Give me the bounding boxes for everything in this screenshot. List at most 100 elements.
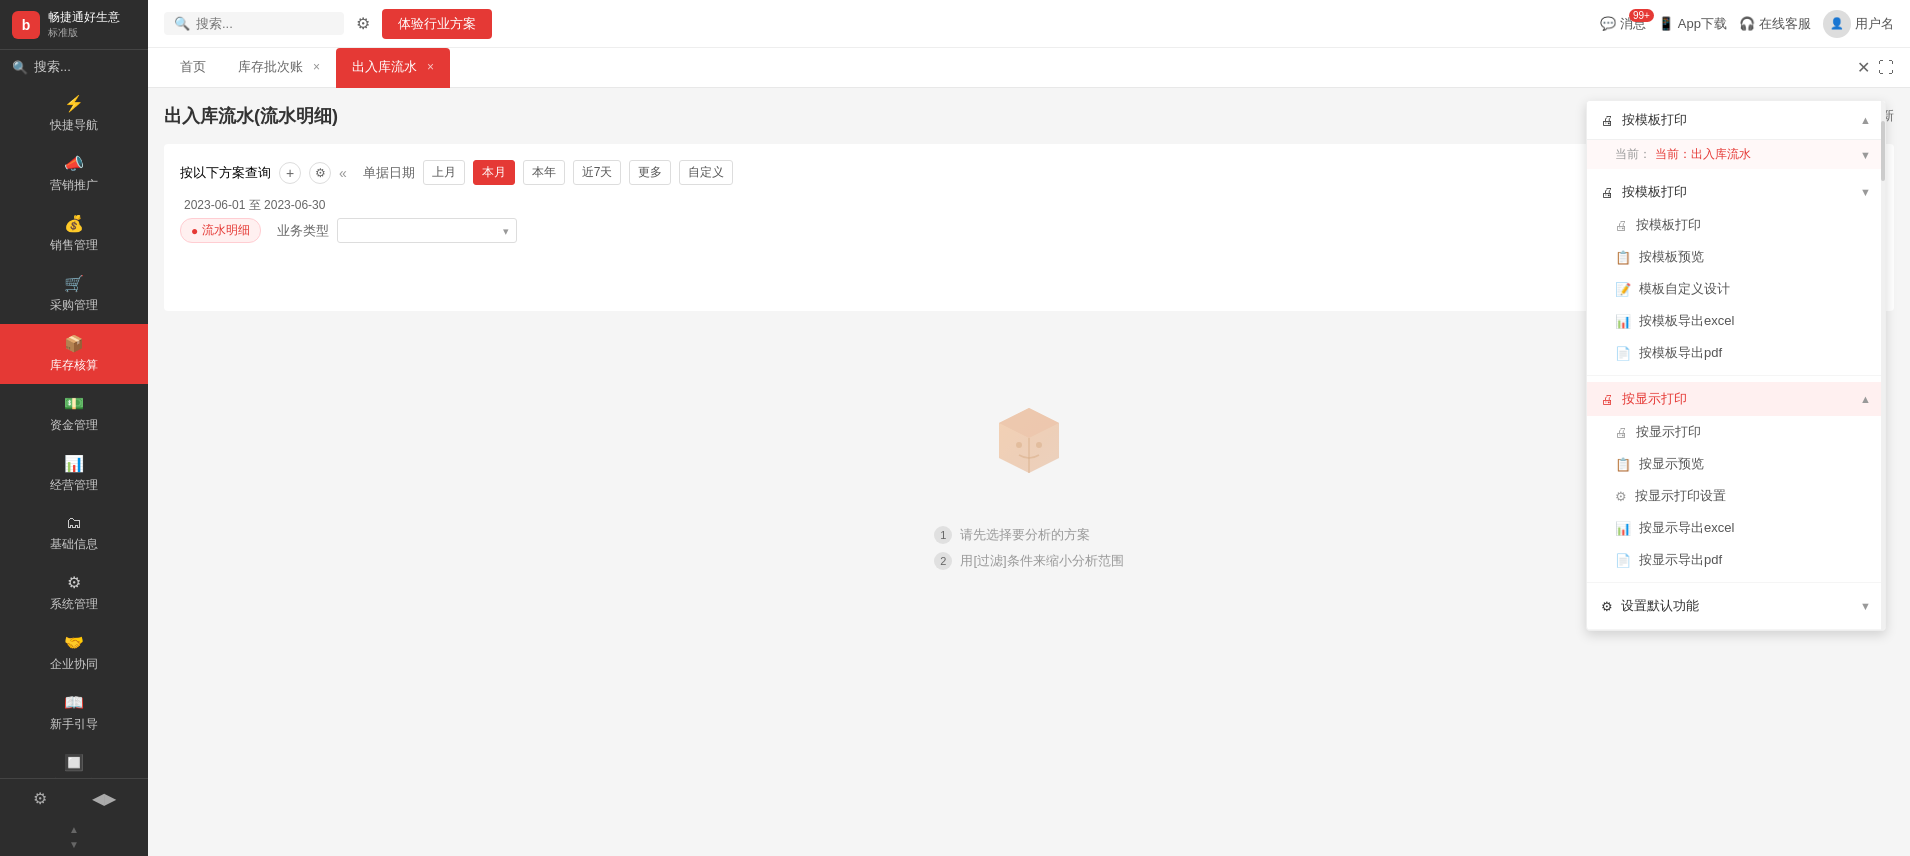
header-search-box[interactable]: 🔍: [164, 12, 344, 35]
filter-collapse-btn[interactable]: «: [339, 165, 347, 181]
template-print-item-label: 按模板打印: [1636, 216, 1701, 234]
filter-tag-text: 流水明细: [202, 222, 250, 239]
empty-step-1: 1 请先选择要分析的方案: [934, 522, 1123, 548]
empty-steps: 1 请先选择要分析的方案 2 用[过滤]条件来缩小分析范围: [934, 522, 1123, 574]
dropdown-item-template-excel[interactable]: 📊 按模板导出excel: [1587, 305, 1885, 337]
tab-inout-flow-label: 出入库流水: [352, 58, 417, 76]
dropdown-item-display-preview[interactable]: 📋 按显示预览: [1587, 448, 1885, 480]
sidebar-item-stock[interactable]: 📦 库存核算: [0, 324, 148, 384]
header-search-input[interactable]: [196, 16, 316, 31]
filter-setting-btn[interactable]: ⚙: [309, 162, 331, 184]
empty-icon: [969, 383, 1089, 502]
dropdown-item-template-print[interactable]: 🖨 按模板打印: [1587, 209, 1885, 241]
biz-type-select-wrapper[interactable]: [337, 218, 517, 243]
sidebar-item-finance[interactable]: 💵 资金管理: [0, 384, 148, 444]
tab-stock-batch-close[interactable]: ×: [313, 60, 320, 74]
date-btn-this-year[interactable]: 本年: [523, 160, 565, 185]
display-print-item-label: 按显示打印: [1636, 423, 1701, 441]
sidebar-item-marketing[interactable]: 📣 营销推广: [0, 144, 148, 204]
scroll-up-icon[interactable]: ▲: [67, 822, 81, 837]
toggle-sidebar-icon[interactable]: ◀▶: [92, 789, 116, 808]
brand-name: 畅捷通好生意: [48, 9, 120, 26]
display-preview-icon: 📋: [1615, 457, 1631, 472]
dropdown-item-template-custom[interactable]: 📝 模板自定义设计: [1587, 273, 1885, 305]
biz-type-label: 业务类型: [277, 222, 329, 240]
filter-tag[interactable]: ● 流水明细: [180, 218, 261, 243]
dropdown-item-display-settings[interactable]: ⚙ 按显示打印设置: [1587, 480, 1885, 512]
dropdown-item-display-pdf[interactable]: 📄 按显示导出pdf: [1587, 544, 1885, 576]
search-label: 搜索...: [34, 58, 71, 76]
sidebar-item-system[interactable]: ⚙ 系统管理: [0, 563, 148, 623]
display-pdf-label: 按显示导出pdf: [1639, 551, 1722, 569]
dropdown-scrollbar: [1881, 101, 1885, 630]
header-settings-icon[interactable]: ⚙: [356, 14, 370, 33]
message-btn[interactable]: 💬 消息 99+: [1600, 15, 1646, 33]
dropdown-section-default-header[interactable]: ⚙ 设置默认功能 ▼: [1587, 589, 1885, 623]
filter-label-field: 按以下方案查询 + ⚙ «: [180, 162, 347, 184]
dropdown-item-template-preview[interactable]: 📋 按模板预览: [1587, 241, 1885, 273]
sidebar-bottom: ⚙ ◀▶: [0, 778, 148, 818]
page-title-text: 出入库流水(流水明细): [164, 104, 338, 128]
dropdown-section-display-header[interactable]: 🖨 按显示打印 ▲: [1587, 382, 1885, 416]
gear-icon[interactable]: ⚙: [33, 789, 47, 808]
step-2-text: 用[过滤]条件来缩小分析范围: [960, 548, 1123, 574]
filter-label-text: 按以下方案查询: [180, 164, 271, 182]
empty-illustration: [969, 383, 1089, 483]
guide-icon: 📖: [64, 693, 84, 712]
date-btn-7days[interactable]: 近7天: [573, 160, 622, 185]
message-badge: 99+: [1629, 9, 1654, 22]
expand-tab-btn[interactable]: ⛶: [1878, 59, 1894, 77]
dropdown-item-display-print[interactable]: 🖨 按显示打印: [1587, 416, 1885, 448]
sidebar-item-basic[interactable]: 🗂 基础信息: [0, 504, 148, 563]
display-preview-label: 按显示预览: [1639, 455, 1704, 473]
dropdown-title: 按模板打印: [1622, 111, 1687, 129]
sidebar-item-corp[interactable]: 🤝 企业协同: [0, 623, 148, 683]
close-tab-btn[interactable]: ✕: [1857, 58, 1870, 77]
dropdown-title-icon: 🖨: [1601, 113, 1614, 128]
tab-home[interactable]: 首页: [164, 48, 222, 88]
message-icon: 💬: [1600, 16, 1616, 31]
sidebar-search[interactable]: 🔍 搜索...: [0, 50, 148, 84]
sidebar-item-apps[interactable]: 🔲 应用中心: [0, 743, 148, 778]
display-excel-icon: 📊: [1615, 521, 1631, 536]
tab-inout-flow[interactable]: 出入库流水 ×: [336, 48, 450, 88]
sidebar-item-shortcut[interactable]: ⚡ 快捷导航: [0, 84, 148, 144]
date-btn-custom[interactable]: 自定义: [679, 160, 733, 185]
dropdown-header[interactable]: 🖨 按模板打印 ▲: [1587, 101, 1885, 140]
sidebar-item-purchase[interactable]: 🛒 采购管理: [0, 264, 148, 324]
display-settings-label: 按显示打印设置: [1635, 487, 1726, 505]
header-actions: 💬 消息 99+ 📱 App下载 🎧 在线客服 👤 用户名: [1600, 10, 1894, 38]
scroll-down-icon[interactable]: ▼: [67, 837, 81, 852]
biz-type-select[interactable]: [337, 218, 517, 243]
step-1-text: 请先选择要分析的方案: [960, 522, 1090, 548]
tabs-actions: ✕ ⛶: [1857, 58, 1894, 77]
date-btn-this-month[interactable]: 本月: [473, 160, 515, 185]
industry-btn[interactable]: 体验行业方案: [382, 9, 492, 39]
date-btn-more[interactable]: 更多: [629, 160, 671, 185]
dropdown-section-template-header[interactable]: 🖨 按模板打印 ▼: [1587, 175, 1885, 209]
customer-service-btn[interactable]: 🎧 在线客服: [1739, 15, 1811, 33]
sidebar-item-guide[interactable]: 📖 新手引导: [0, 683, 148, 743]
app-download-btn[interactable]: 📱 App下载: [1658, 15, 1727, 33]
header-search-icon: 🔍: [174, 16, 190, 31]
dropdown-item-template-pdf[interactable]: 📄 按模板导出pdf: [1587, 337, 1885, 369]
sidebar-item-management[interactable]: 📊 经营管理: [0, 444, 148, 504]
tab-inout-flow-close[interactable]: ×: [427, 60, 434, 74]
user-avatar-btn[interactable]: 👤 用户名: [1823, 10, 1894, 38]
template-print-item-icon: 🖨: [1615, 218, 1628, 233]
default-section-arrow-icon: ▼: [1860, 600, 1871, 612]
sales-icon: 💰: [64, 214, 84, 233]
tab-stock-batch[interactable]: 库存批次账 ×: [222, 48, 336, 88]
search-icon: 🔍: [12, 60, 28, 75]
date-label: 单据日期: [363, 164, 415, 182]
avatar-text: 👤: [1830, 17, 1844, 30]
date-btn-last-month[interactable]: 上月: [423, 160, 465, 185]
sidebar-item-system-label: 系统管理: [50, 596, 98, 613]
purchase-icon: 🛒: [64, 274, 84, 293]
sidebar-item-sales[interactable]: 💰 销售管理: [0, 204, 148, 264]
filter-add-btn[interactable]: +: [279, 162, 301, 184]
dropdown-item-display-excel[interactable]: 📊 按显示导出excel: [1587, 512, 1885, 544]
tab-stock-batch-label: 库存批次账: [238, 58, 303, 76]
sidebar-item-basic-label: 基础信息: [50, 536, 98, 553]
app-version: 标准版: [48, 26, 120, 40]
